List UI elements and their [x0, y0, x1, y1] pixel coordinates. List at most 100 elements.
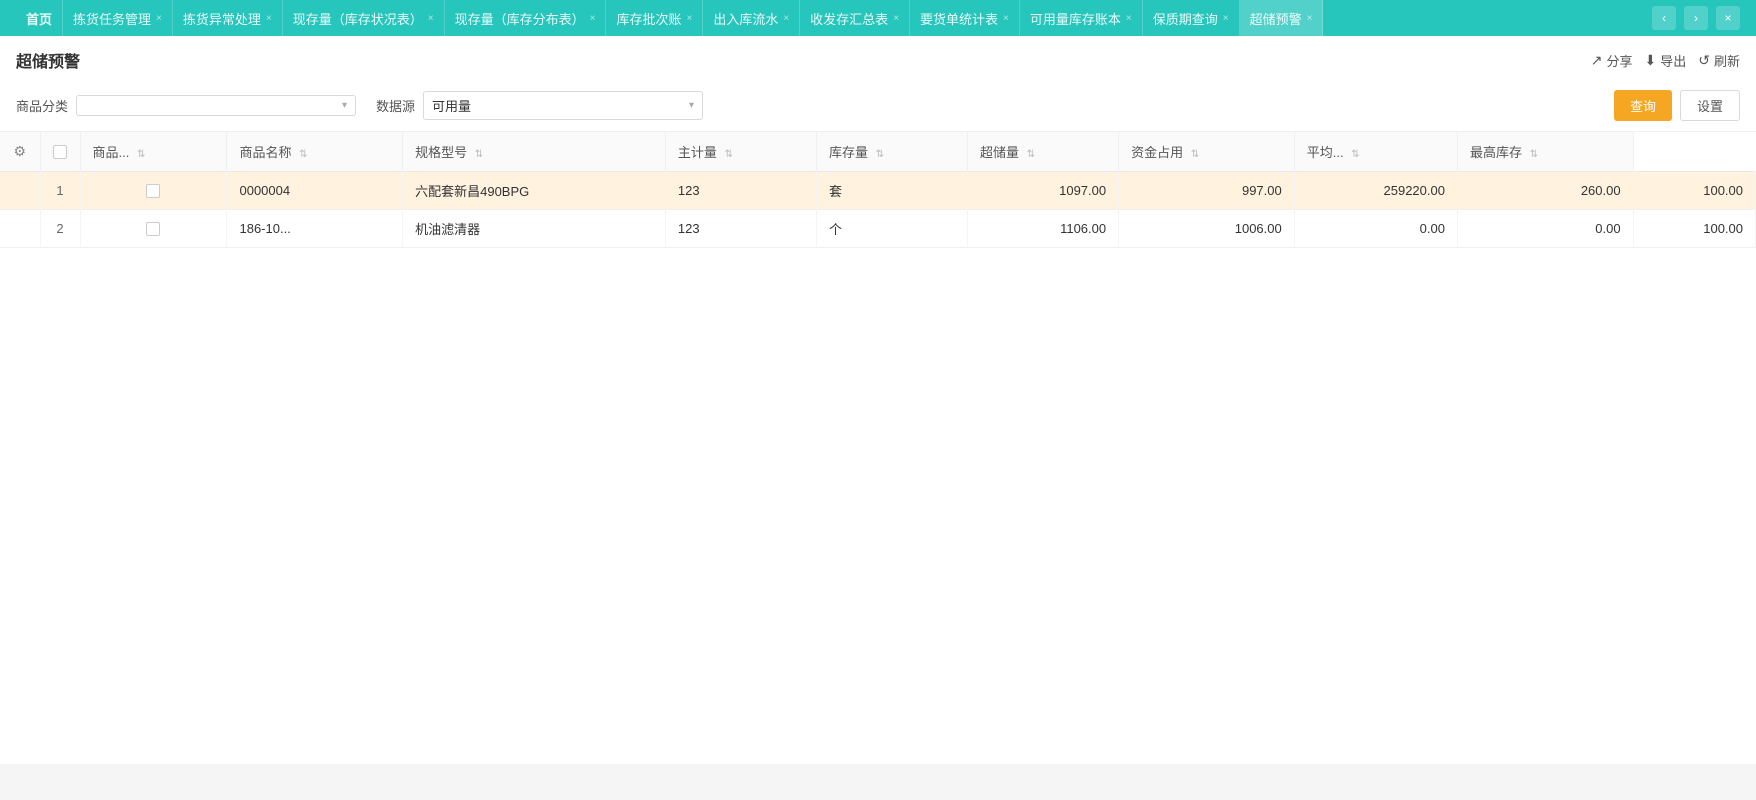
sort-capital-icon: ⇅ [1191, 149, 1199, 160]
nav-tab-home[interactable]: 首页 [16, 0, 63, 36]
nav-right-controls: ‹ › × [1652, 6, 1740, 30]
datasource-dropdown-icon: ▾ [689, 100, 694, 111]
spec-cell: 123 [665, 172, 816, 210]
product-name-cell: 机油滤清器 [403, 210, 666, 248]
max-stock-cell: 100.00 [1633, 172, 1755, 210]
table-row: 2186-10...机油滤清器123个1106.001006.000.000.0… [0, 210, 1756, 248]
share-button[interactable]: ↗ 分享 [1591, 51, 1633, 70]
top-navigation: 首页拣货任务管理×拣货异常处理×现存量（库存状况表）×现存量（库存分布表）×库存… [0, 0, 1756, 36]
capital-cell: 0.00 [1294, 210, 1457, 248]
avg-cell: 0.00 [1457, 210, 1633, 248]
share-label: 分享 [1606, 51, 1632, 70]
product-name-cell: 六配套新昌490BPG [403, 172, 666, 210]
category-select[interactable]: ▾ [76, 95, 356, 116]
col-avg-header[interactable]: 平均... ⇅ [1294, 132, 1457, 172]
filter-buttons: 查询 设置 [1614, 90, 1740, 121]
row-index: 2 [40, 210, 80, 248]
select-all-checkbox[interactable] [53, 145, 67, 159]
col-unit-header[interactable]: 主计量 ⇅ [665, 132, 816, 172]
nav-tab-inout[interactable]: 出入库流水× [703, 0, 800, 36]
datasource-select[interactable]: 可用量 ▾ [423, 91, 703, 120]
export-button[interactable]: ⬇ 导出 [1645, 51, 1687, 70]
col-product-name-header[interactable]: 商品名称 ⇅ [227, 132, 403, 172]
col-product-code-header[interactable]: 商品... ⇅ [80, 132, 227, 172]
nav-tabs-container: 首页拣货任务管理×拣货异常处理×现存量（库存状况表）×现存量（库存分布表）×库存… [16, 0, 1652, 36]
row-checkbox-box[interactable] [146, 222, 160, 236]
col-gear-header: ⚙ [0, 132, 40, 172]
row-index: 1 [40, 172, 80, 210]
table-row: 1 0000004六配套新昌490BPG123套1097.00997.002592… [0, 172, 1756, 210]
product-code-cell: 0000004 [227, 172, 403, 210]
avg-cell: 260.00 [1457, 172, 1633, 210]
sort-avg-icon: ⇅ [1351, 149, 1359, 160]
overstock-table: ⚙ 商品... ⇅ 商品名称 ⇅ 规格型号 ⇅ [0, 132, 1756, 248]
nav-tab-collect[interactable]: 收发存汇总表× [800, 0, 910, 36]
col-capital-header[interactable]: 资金占用 ⇅ [1119, 132, 1295, 172]
refresh-button[interactable]: ↺ 刷新 [1698, 51, 1740, 70]
refresh-icon: ↺ [1698, 52, 1710, 69]
close-tab-inout[interactable]: × [783, 13, 789, 24]
nav-tab-order-stats[interactable]: 要货单统计表× [910, 0, 1020, 36]
close-tab-abnormal[interactable]: × [266, 13, 272, 24]
nav-prev-button[interactable]: ‹ [1652, 6, 1676, 30]
sort-stock-icon: ⇅ [876, 149, 884, 160]
col-checkbox-header [40, 132, 80, 172]
category-label: 商品分类 [16, 96, 68, 115]
export-label: 导出 [1660, 51, 1686, 70]
nav-tab-batch[interactable]: 库存批次账× [606, 0, 703, 36]
page-title: 超储预警 [16, 48, 80, 72]
nav-close-button[interactable]: × [1716, 6, 1740, 30]
col-spec-header[interactable]: 规格型号 ⇅ [403, 132, 666, 172]
row-checkbox-box[interactable] [146, 184, 160, 198]
close-tab-batch[interactable]: × [686, 13, 692, 24]
page-header: 超储预警 ↗ 分享 ⬇ 导出 ↺ 刷新 [0, 36, 1756, 80]
unit-cell: 个 [816, 210, 967, 248]
spec-cell: 123 [665, 210, 816, 248]
close-tab-available[interactable]: × [1126, 13, 1132, 24]
settings-button[interactable]: 设置 [1680, 90, 1740, 121]
query-button[interactable]: 查询 [1614, 90, 1672, 121]
share-icon: ↗ [1591, 52, 1603, 69]
row-checkbox[interactable] [80, 172, 227, 210]
sort-product-name-icon: ⇅ [299, 149, 307, 160]
table-header-row: ⚙ 商品... ⇅ 商品名称 ⇅ 规格型号 ⇅ [0, 132, 1756, 172]
close-tab-overstock[interactable]: × [1307, 13, 1313, 24]
gear-icon[interactable]: ⚙ [13, 143, 26, 159]
row-checkbox[interactable] [80, 210, 227, 248]
close-tab-quality[interactable]: × [1223, 13, 1229, 24]
product-code-cell: 186-10... [227, 210, 403, 248]
data-table-container: ⚙ 商品... ⇅ 商品名称 ⇅ 规格型号 ⇅ [0, 132, 1756, 248]
stock-cell: 1106.00 [968, 210, 1119, 248]
sort-spec-icon: ⇅ [475, 149, 483, 160]
datasource-label: 数据源 [376, 96, 415, 115]
close-tab-order-stats[interactable]: × [1003, 13, 1009, 24]
sort-product-code-icon: ⇅ [137, 149, 145, 160]
close-tab-collect[interactable]: × [893, 13, 899, 24]
row-gear [0, 172, 40, 210]
nav-tab-inventory-dist[interactable]: 现存量（库存分布表）× [445, 0, 607, 36]
nav-tab-overstock[interactable]: 超储预警× [1240, 0, 1324, 36]
col-overstock-header[interactable]: 超储量 ⇅ [968, 132, 1119, 172]
nav-tab-quality[interactable]: 保质期查询× [1143, 0, 1240, 36]
col-stock-header[interactable]: 库存量 ⇅ [816, 132, 967, 172]
close-tab-task[interactable]: × [156, 13, 162, 24]
nav-next-button[interactable]: › [1684, 6, 1708, 30]
close-tab-inventory-dist[interactable]: × [590, 13, 596, 24]
nav-tab-available[interactable]: 可用量库存账本× [1020, 0, 1143, 36]
nav-tab-task[interactable]: 拣货任务管理× [63, 0, 173, 36]
capital-cell: 259220.00 [1294, 172, 1457, 210]
refresh-label: 刷新 [1714, 51, 1740, 70]
row-gear [0, 210, 40, 248]
col-max-stock-header[interactable]: 最高库存 ⇅ [1457, 132, 1633, 172]
nav-tab-abnormal[interactable]: 拣货异常处理× [173, 0, 283, 36]
overstock-cell: 997.00 [1119, 172, 1295, 210]
overstock-cell: 1006.00 [1119, 210, 1295, 248]
max-stock-cell: 100.00 [1633, 210, 1755, 248]
stock-cell: 1097.00 [968, 172, 1119, 210]
nav-tab-inventory-status[interactable]: 现存量（库存状况表）× [283, 0, 445, 36]
close-tab-inventory-status[interactable]: × [428, 13, 434, 24]
sort-overstock-icon: ⇅ [1027, 149, 1035, 160]
table-body: 1 0000004六配套新昌490BPG123套1097.00997.002592… [0, 172, 1756, 248]
unit-cell: 套 [816, 172, 967, 210]
datasource-filter-group: 数据源 可用量 ▾ [376, 91, 703, 120]
